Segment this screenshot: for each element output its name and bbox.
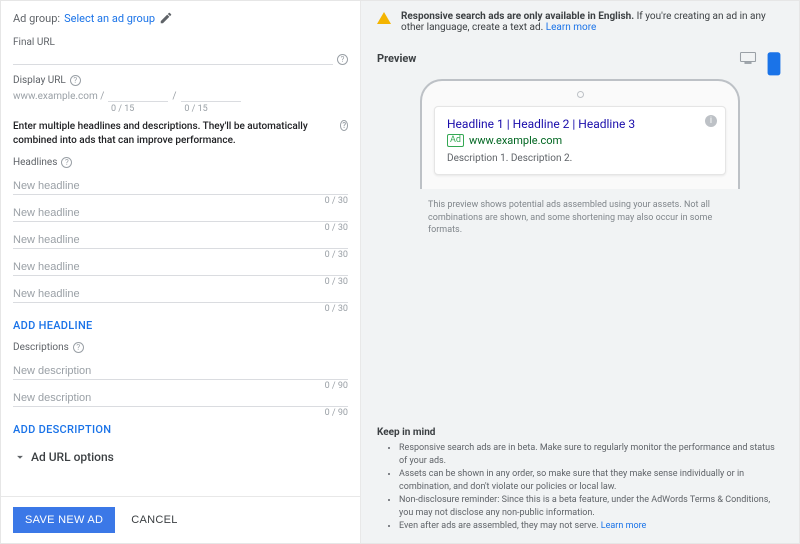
preview-url: www.example.com: [469, 134, 562, 147]
mobile-preview: i Headline 1 | Headline 2 | Headline 3 A…: [420, 79, 740, 237]
display-url-row: www.example.com / /: [13, 88, 348, 102]
headline-input[interactable]: [13, 205, 348, 222]
headline-input[interactable]: [13, 286, 348, 303]
warning-learn-more-link[interactable]: Learn more: [546, 22, 597, 33]
chevron-down-icon: [13, 450, 27, 464]
headline-input[interactable]: [13, 178, 348, 195]
mobile-preview-icon[interactable]: [765, 51, 783, 65]
right-panel: Responsive search ads are only available…: [361, 1, 799, 543]
char-counter: 0 / 30: [325, 304, 348, 314]
keep-learn-more-link[interactable]: Learn more: [601, 521, 647, 531]
phone-camera-icon: [577, 91, 584, 98]
help-icon[interactable]: [73, 342, 84, 353]
headline-input[interactable]: [13, 259, 348, 276]
display-url-label: Display URL: [13, 75, 348, 86]
keep-bullet: Even after ads are assembled, they may n…: [399, 520, 783, 533]
descriptions-label: Descriptions: [13, 342, 348, 353]
warning-banner: Responsive search ads are only available…: [377, 11, 783, 33]
headline-input[interactable]: [13, 232, 348, 249]
help-icon[interactable]: [70, 75, 81, 86]
ad-group-row: Ad group: Select an ad group: [13, 11, 348, 25]
help-icon[interactable]: [337, 54, 348, 65]
ad-badge: Ad: [447, 134, 464, 147]
ad-group-label: Ad group:: [13, 12, 60, 25]
warning-icon: [377, 12, 391, 24]
path2-input[interactable]: [181, 88, 241, 102]
info-icon[interactable]: i: [705, 115, 717, 127]
help-icon[interactable]: [340, 120, 348, 131]
add-headline-button[interactable]: ADD HEADLINE: [13, 319, 348, 332]
preview-header: Preview: [377, 51, 783, 65]
ad-preview-card: i Headline 1 | Headline 2 | Headline 3 A…: [434, 106, 726, 175]
preview-title: Preview: [377, 52, 416, 65]
keep-bullet: Responsive search ads are in beta. Make …: [399, 442, 783, 468]
warning-bold: Responsive search ads are only available…: [401, 11, 634, 22]
keep-title: Keep in mind: [377, 427, 783, 438]
preview-headline: Headline 1 | Headline 2 | Headline 3: [447, 117, 713, 131]
final-url-input[interactable]: [13, 48, 333, 65]
char-counter: 0 / 90: [325, 408, 348, 418]
add-description-button[interactable]: ADD DESCRIPTION: [13, 423, 348, 436]
help-icon[interactable]: [61, 157, 72, 168]
pencil-icon[interactable]: [159, 11, 173, 25]
description-input[interactable]: [13, 390, 348, 407]
left-panel: Ad group: Select an ad group Final URL D…: [1, 1, 361, 543]
phone-frame: i Headline 1 | Headline 2 | Headline 3 A…: [420, 79, 740, 189]
path1-input[interactable]: [108, 88, 168, 102]
keep-bullet: Non-disclosure reminder: Since this is a…: [399, 494, 783, 520]
path-counters: 0 / 15 0 / 15: [13, 104, 348, 114]
preview-disclaimer: This preview shows potential ads assembl…: [420, 199, 740, 237]
description-input[interactable]: [13, 363, 348, 380]
cancel-button[interactable]: CANCEL: [131, 514, 177, 526]
headlines-label: Headlines: [13, 157, 348, 168]
keep-bullet: Assets can be shown in any order, so mak…: [399, 468, 783, 494]
display-url-base: www.example.com /: [13, 91, 104, 102]
desktop-preview-icon[interactable]: [739, 51, 757, 65]
ad-url-options-toggle[interactable]: Ad URL options: [13, 450, 348, 464]
select-ad-group-link[interactable]: Select an ad group: [64, 12, 155, 25]
footer-bar: SAVE NEW AD CANCEL: [1, 496, 360, 543]
final-url-label: Final URL: [13, 37, 348, 48]
save-new-ad-button[interactable]: SAVE NEW AD: [13, 507, 115, 533]
keep-in-mind: Keep in mind Responsive search ads are i…: [377, 419, 783, 533]
instruction-text: Enter multiple headlines and description…: [13, 120, 348, 147]
preview-description: Description 1. Description 2.: [447, 153, 713, 164]
